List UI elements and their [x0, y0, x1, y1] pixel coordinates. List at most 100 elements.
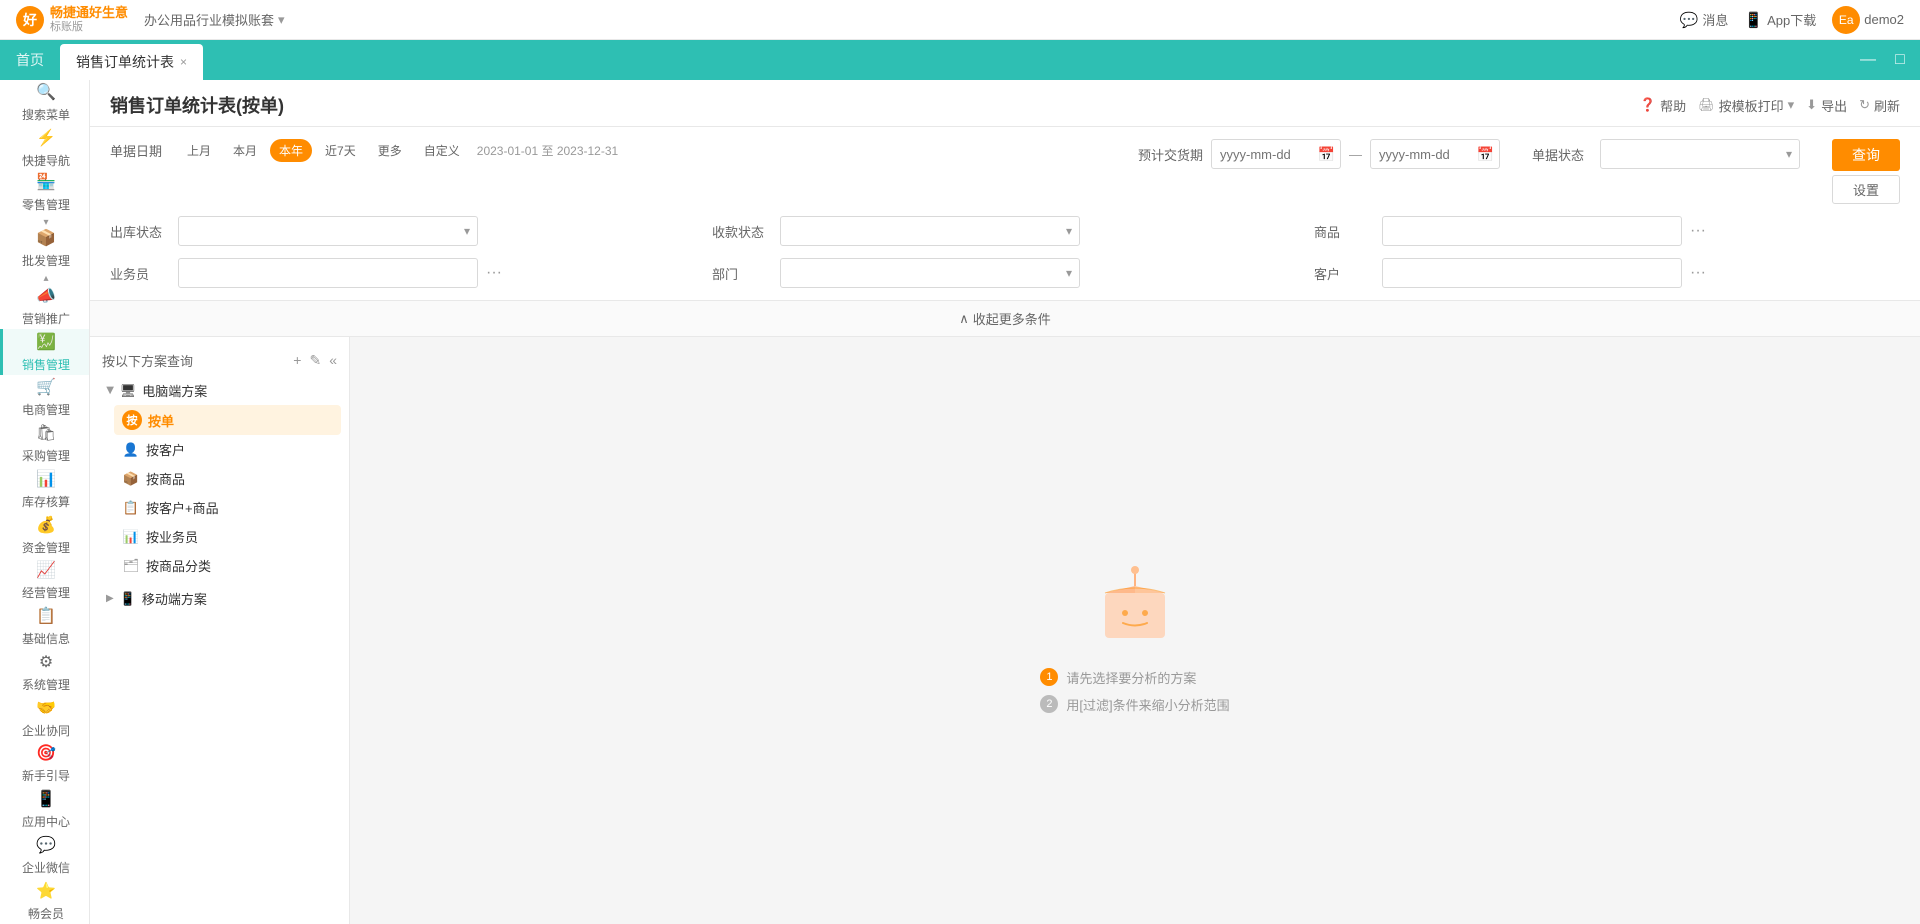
- collapse-bar[interactable]: ∧ 收起更多条件: [90, 301, 1920, 337]
- dept-select[interactable]: [780, 258, 1080, 288]
- bill-status-select-wrapper[interactable]: ▾: [1600, 139, 1800, 169]
- wechat-icon: 💬: [36, 835, 56, 855]
- setting-btn[interactable]: 设置: [1832, 175, 1900, 204]
- hint-num-1: 1: [1040, 668, 1058, 686]
- payment-status-filter: 收款状态 ▾: [712, 216, 1298, 246]
- top-bar-right: 💬 消息 📱 App下载 Ea demo2: [1680, 6, 1904, 34]
- scheme-item-customer-goods[interactable]: 📋 按客户+商品: [114, 493, 341, 522]
- tab-bar-actions: — □: [1856, 48, 1920, 72]
- sidebar-item-system[interactable]: ⚙ 系统管理: [0, 650, 89, 696]
- expected-date-end[interactable]: 📅: [1370, 139, 1500, 169]
- sidebar-item-purchase[interactable]: 🛍 采购管理: [0, 421, 89, 467]
- scheme-add-icon[interactable]: +: [293, 352, 301, 369]
- sidebar-item-member[interactable]: ⭐ 畅会员: [0, 878, 89, 924]
- sidebar-item-retail[interactable]: 🏪 零售管理 ▾: [0, 172, 89, 228]
- salesperson-input[interactable]: [178, 258, 478, 288]
- sidebar-item-appcenter[interactable]: 📱 应用中心: [0, 787, 89, 833]
- sidebar-item-marketing[interactable]: 📣 营销推广: [0, 284, 89, 330]
- appcenter-icon: 📱: [36, 789, 56, 809]
- date-last-month-btn[interactable]: 上月: [178, 139, 220, 162]
- date-separator: —: [1349, 147, 1362, 162]
- salesperson-ellipsis[interactable]: ···: [486, 264, 502, 282]
- app-selector[interactable]: 办公用品行业模拟账套 ▾: [136, 6, 293, 33]
- scheme-edit-icon[interactable]: ✎: [309, 352, 321, 369]
- customer-input[interactable]: [1382, 258, 1682, 288]
- ship-status-select-wrapper[interactable]: ▾: [178, 216, 478, 246]
- date-more-btn[interactable]: 更多: [369, 139, 411, 162]
- dept-filter: 部门 ▾: [712, 258, 1298, 288]
- sales-icon: 💹: [36, 332, 56, 352]
- tab-sales-order-stats[interactable]: 销售订单统计表 ×: [60, 44, 203, 80]
- desktop-group-header[interactable]: ▶ 🖥 电脑端方案: [98, 376, 341, 405]
- empty-illustration: [1085, 548, 1185, 648]
- filter-row-3: 业务员 ··· 部门 ▾ 客户 ···: [110, 258, 1900, 288]
- payment-status-select[interactable]: [780, 216, 1080, 246]
- logo-text: 畅捷通好生意 标账版: [50, 5, 128, 34]
- tab-maximize-btn[interactable]: □: [1888, 48, 1912, 72]
- dept-select-wrapper[interactable]: ▾: [780, 258, 1080, 288]
- sidebar-item-operation[interactable]: 📈 经营管理: [0, 558, 89, 604]
- goods-label: 商品: [1314, 222, 1374, 241]
- sidebar-item-inventory[interactable]: 📊 库存核算: [0, 467, 89, 513]
- bill-date-label: 单据日期: [110, 141, 170, 160]
- date-this-month-btn[interactable]: 本月: [224, 139, 266, 162]
- print-btn[interactable]: 🖨 按模板打印 ▾: [1698, 96, 1794, 115]
- sidebar-item-quicknav[interactable]: ⚡ 快捷导航: [0, 126, 89, 172]
- user-area[interactable]: Ea demo2: [1832, 6, 1904, 34]
- desktop-group-arrow: ▶: [104, 387, 115, 395]
- desktop-group-title: 电脑端方案: [142, 381, 207, 400]
- logo-icon: 好: [16, 6, 44, 34]
- scheme-item-customer[interactable]: 👤 按客户: [114, 435, 341, 464]
- scheme-item-salesperson[interactable]: 📊 按业务员: [114, 522, 341, 551]
- collapse-btn[interactable]: ∧ 收起更多条件: [959, 309, 1051, 328]
- scheme-collapse-icon[interactable]: «: [329, 352, 337, 369]
- ecommerce-icon: 🛒: [36, 377, 56, 397]
- mobile-group-header[interactable]: ▶ 📱 移动端方案: [98, 584, 341, 613]
- sidebar-item-wholesale[interactable]: 📦 批发管理 ▴: [0, 228, 89, 284]
- ship-status-select[interactable]: [178, 216, 478, 246]
- search-nav-icon: 🔍: [36, 82, 56, 102]
- payment-status-label: 收款状态: [712, 222, 772, 241]
- mobile-scheme-group: ▶ 📱 移动端方案: [98, 584, 341, 613]
- date-this-year-btn[interactable]: 本年: [270, 139, 312, 162]
- scheme-item-goods[interactable]: 📦 按商品: [114, 464, 341, 493]
- payment-status-select-wrapper[interactable]: ▾: [780, 216, 1080, 246]
- scheme-item-goods-category[interactable]: 🗂 按商品分类: [114, 551, 341, 580]
- expected-date-start[interactable]: 📅: [1211, 139, 1341, 169]
- sidebar-item-ecommerce[interactable]: 🛒 电商管理: [0, 375, 89, 421]
- operation-icon: 📈: [36, 560, 56, 580]
- refresh-btn[interactable]: ↻ 刷新: [1859, 96, 1900, 115]
- empty-svg: [1085, 548, 1185, 648]
- message-action[interactable]: 💬 消息: [1680, 10, 1729, 29]
- goods-ellipsis[interactable]: ···: [1690, 222, 1706, 240]
- sidebar: 🔍 搜索菜单 ⚡ 快捷导航 🏪 零售管理 ▾ 📦 批发管理 ▴ 📣 营销推广 💹…: [0, 80, 90, 924]
- scheme-panel: 按以下方案查询 + ✎ « ▶ 🖥 电脑端方案: [90, 337, 350, 924]
- sidebar-item-collab[interactable]: 🤝 企业协同: [0, 695, 89, 741]
- sidebar-item-basic[interactable]: 📋 基础信息: [0, 604, 89, 650]
- sidebar-item-wechat[interactable]: 💬 企业微信: [0, 833, 89, 879]
- query-action-buttons: 查询 设置: [1832, 139, 1900, 204]
- ship-status-filter: 出库状态 ▾: [110, 216, 696, 246]
- tab-close-icon[interactable]: ×: [180, 55, 187, 69]
- sidebar-item-guide[interactable]: 🎯 新手引导: [0, 741, 89, 787]
- goods-input[interactable]: [1382, 216, 1682, 246]
- sidebar-item-sales[interactable]: 💹 销售管理: [0, 329, 89, 375]
- sidebar-item-finance[interactable]: 💰 资金管理: [0, 512, 89, 558]
- customer-ellipsis[interactable]: ···: [1690, 264, 1706, 282]
- scheme-salesperson-icon: 📊: [122, 528, 140, 546]
- member-icon: ⭐: [36, 881, 56, 901]
- sidebar-item-search[interactable]: 🔍 搜索菜单: [0, 80, 89, 126]
- query-btn[interactable]: 查询: [1832, 139, 1900, 171]
- export-btn[interactable]: ⬇ 导出: [1806, 96, 1847, 115]
- page-title: 销售订单统计表(按单): [110, 92, 284, 118]
- bill-status-select[interactable]: [1600, 139, 1800, 169]
- app-download-action[interactable]: 📱 App下载: [1744, 10, 1816, 29]
- page-actions: ❓ 帮助 🖨 按模板打印 ▾ ⬇ 导出 ↻ 刷新: [1640, 96, 1900, 115]
- tab-minimize-btn[interactable]: —: [1856, 48, 1880, 72]
- date-last7-btn[interactable]: 近7天: [316, 139, 365, 162]
- content-area: 销售订单统计表(按单) ❓ 帮助 🖨 按模板打印 ▾ ⬇ 导出 ↻ 刷新: [90, 80, 1920, 924]
- scheme-item-bill[interactable]: 按 按单: [114, 405, 341, 435]
- date-custom-btn[interactable]: 自定义: [415, 139, 469, 162]
- help-btn[interactable]: ❓ 帮助: [1640, 96, 1686, 115]
- tab-home[interactable]: 首页: [0, 40, 60, 80]
